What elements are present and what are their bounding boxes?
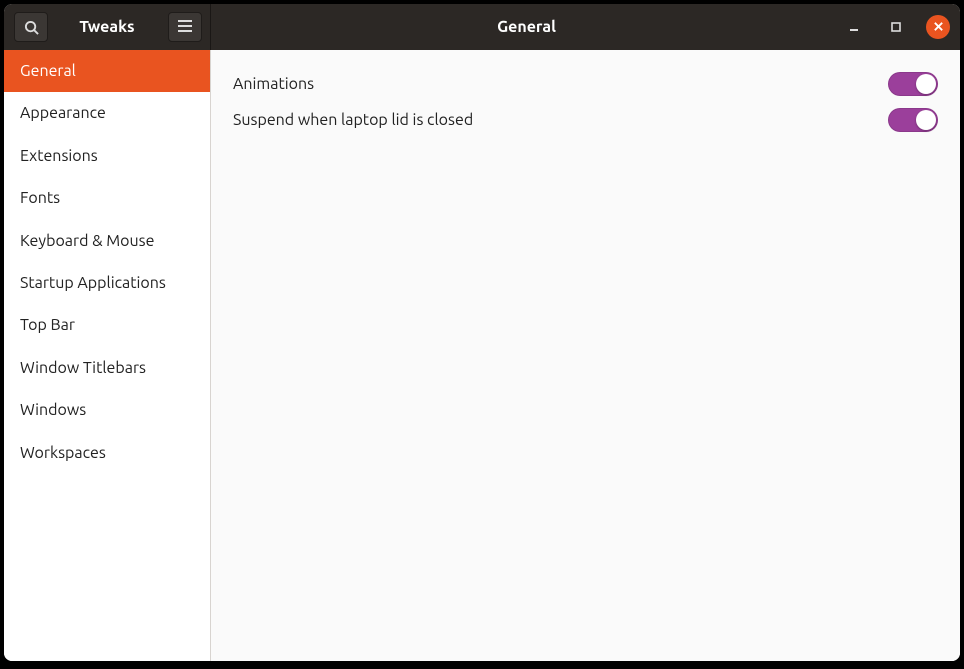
hamburger-menu-button[interactable] xyxy=(168,12,202,42)
animations-toggle[interactable] xyxy=(888,72,938,96)
sidebar-item-window-titlebars[interactable]: Window Titlebars xyxy=(4,347,210,389)
sidebar-item-workspaces[interactable]: Workspaces xyxy=(4,432,210,474)
setting-row-animations: Animations xyxy=(233,68,938,104)
sidebar-item-appearance[interactable]: Appearance xyxy=(4,92,210,134)
setting-label: Suspend when laptop lid is closed xyxy=(233,111,473,129)
setting-label: Animations xyxy=(233,75,314,93)
window-controls xyxy=(842,15,960,39)
tweaks-window: Tweaks General xyxy=(4,4,960,661)
maximize-icon xyxy=(890,21,902,33)
close-icon xyxy=(933,18,944,36)
search-button[interactable] xyxy=(14,12,48,42)
content-panel: Animations Suspend when laptop lid is cl… xyxy=(211,50,960,661)
minimize-button[interactable] xyxy=(842,15,866,39)
toggle-knob xyxy=(916,110,936,130)
sidebar-item-keyboard-mouse[interactable]: Keyboard & Mouse xyxy=(4,220,210,262)
sidebar-item-label: Top Bar xyxy=(20,316,75,334)
suspend-lid-toggle[interactable] xyxy=(888,108,938,132)
hamburger-icon xyxy=(178,18,192,36)
page-title: General xyxy=(211,18,842,36)
toggle-knob xyxy=(916,74,936,94)
sidebar-item-label: Fonts xyxy=(20,189,60,207)
sidebar-item-label: Windows xyxy=(20,401,86,419)
sidebar-item-startup-applications[interactable]: Startup Applications xyxy=(4,262,210,304)
sidebar-item-top-bar[interactable]: Top Bar xyxy=(4,304,210,346)
sidebar-item-label: General xyxy=(20,62,76,80)
sidebar-item-fonts[interactable]: Fonts xyxy=(4,177,210,219)
sidebar-item-label: Appearance xyxy=(20,104,106,122)
sidebar-item-general[interactable]: General xyxy=(4,50,210,92)
sidebar-item-label: Extensions xyxy=(20,147,98,165)
minimize-icon xyxy=(848,21,860,33)
search-icon xyxy=(24,20,39,35)
titlebar: Tweaks General xyxy=(4,4,960,50)
sidebar-item-label: Keyboard & Mouse xyxy=(20,232,154,250)
sidebar-item-label: Startup Applications xyxy=(20,274,166,292)
sidebar-item-label: Window Titlebars xyxy=(20,359,146,377)
sidebar-item-label: Workspaces xyxy=(20,444,106,462)
close-button[interactable] xyxy=(926,15,950,39)
sidebar-item-windows[interactable]: Windows xyxy=(4,389,210,431)
titlebar-left: Tweaks xyxy=(4,4,211,50)
window-body: General Appearance Extensions Fonts Keyb… xyxy=(4,50,960,661)
sidebar: General Appearance Extensions Fonts Keyb… xyxy=(4,50,211,661)
maximize-button[interactable] xyxy=(884,15,908,39)
setting-row-suspend-lid: Suspend when laptop lid is closed xyxy=(233,104,938,140)
sidebar-item-extensions[interactable]: Extensions xyxy=(4,135,210,177)
